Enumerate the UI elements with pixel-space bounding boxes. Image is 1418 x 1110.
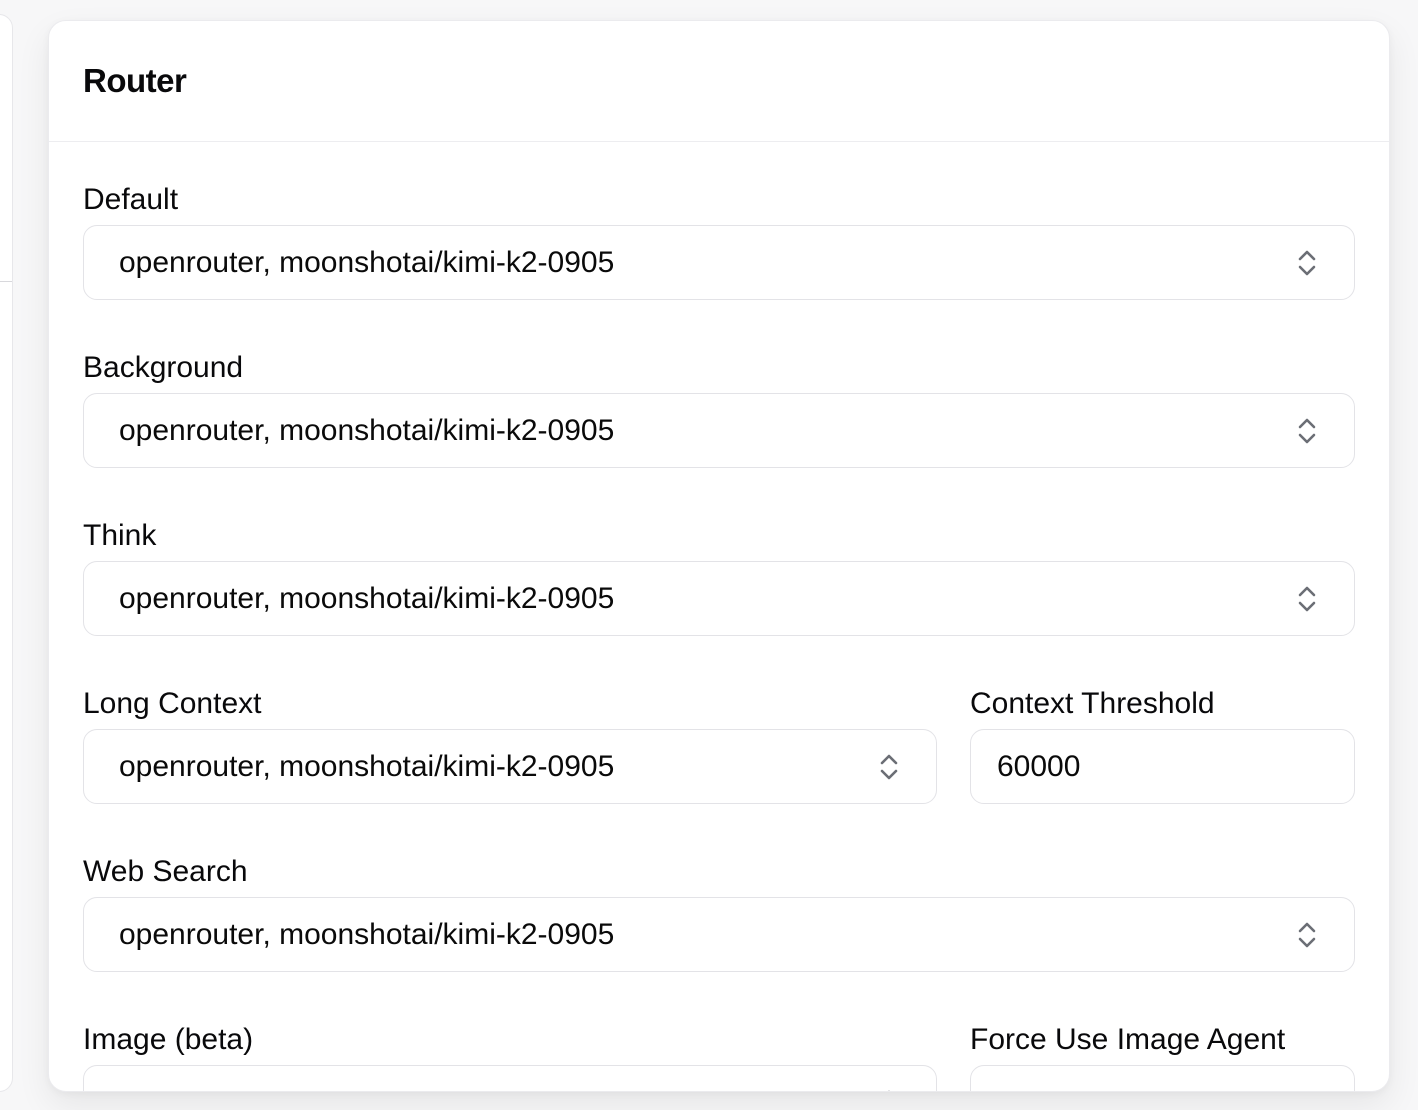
long-context-column: Long Context openrouter, moonshotai/kimi…	[83, 686, 937, 804]
chevrons-up-down-icon	[1298, 584, 1316, 614]
image-model-select[interactable]	[83, 1065, 937, 1091]
field-label-force-use-image-agent: Force Use Image Agent	[970, 1023, 1286, 1056]
force-image-agent-column: Force Use Image Agent	[970, 1022, 1355, 1091]
think-model-select-value: openrouter, moonshotai/kimi-k2-0905	[119, 581, 615, 615]
field-row-background: Background openrouter, moonshotai/kimi-k…	[83, 350, 1355, 468]
web-search-model-select[interactable]: openrouter, moonshotai/kimi-k2-0905	[83, 897, 1355, 972]
background-panel-edge	[0, 14, 13, 1092]
force-use-image-agent-input[interactable]	[970, 1065, 1355, 1091]
default-model-select[interactable]: openrouter, moonshotai/kimi-k2-0905	[83, 225, 1355, 300]
background-model-select[interactable]: openrouter, moonshotai/kimi-k2-0905	[83, 393, 1355, 468]
field-row-long-context: Long Context openrouter, moonshotai/kimi…	[83, 686, 1355, 804]
image-column: Image (beta)	[83, 1022, 937, 1091]
field-row-web-search: Web Search openrouter, moonshotai/kimi-k…	[83, 854, 1355, 972]
think-model-select[interactable]: openrouter, moonshotai/kimi-k2-0905	[83, 561, 1355, 636]
field-label-default: Default	[83, 183, 179, 216]
background-model-select-value: openrouter, moonshotai/kimi-k2-0905	[119, 413, 615, 447]
card-body: Default openrouter, moonshotai/kimi-k2-0…	[49, 142, 1389, 1091]
background-panel-divider	[0, 281, 12, 282]
long-context-model-select[interactable]: openrouter, moonshotai/kimi-k2-0905	[83, 729, 937, 804]
chevrons-up-down-icon	[1298, 920, 1316, 950]
field-label-context-threshold: Context Threshold	[970, 687, 1215, 720]
field-label-long-context: Long Context	[83, 687, 262, 720]
web-search-model-select-value: openrouter, moonshotai/kimi-k2-0905	[119, 917, 615, 951]
context-threshold-input[interactable]	[970, 729, 1355, 804]
chevrons-up-down-icon	[880, 752, 898, 782]
card-header: Router	[49, 21, 1389, 142]
field-row-default: Default openrouter, moonshotai/kimi-k2-0…	[83, 182, 1355, 300]
field-label-web-search: Web Search	[83, 855, 248, 888]
field-row-think: Think openrouter, moonshotai/kimi-k2-090…	[83, 518, 1355, 636]
chevrons-up-down-icon	[1298, 416, 1316, 446]
router-settings-card: Router Default openrouter, moonshotai/ki…	[48, 20, 1390, 1092]
context-threshold-column: Context Threshold	[970, 686, 1355, 804]
field-label-background: Background	[83, 351, 244, 384]
field-row-image: Image (beta) Force Use Image Agent	[83, 1022, 1355, 1091]
page-title: Router	[83, 62, 187, 99]
field-label-image: Image (beta)	[83, 1023, 254, 1056]
long-context-model-select-value: openrouter, moonshotai/kimi-k2-0905	[119, 749, 615, 783]
chevrons-up-down-icon	[1298, 248, 1316, 278]
field-label-think: Think	[83, 519, 157, 552]
chevrons-up-down-icon	[880, 1088, 898, 1091]
default-model-select-value: openrouter, moonshotai/kimi-k2-0905	[119, 245, 615, 279]
